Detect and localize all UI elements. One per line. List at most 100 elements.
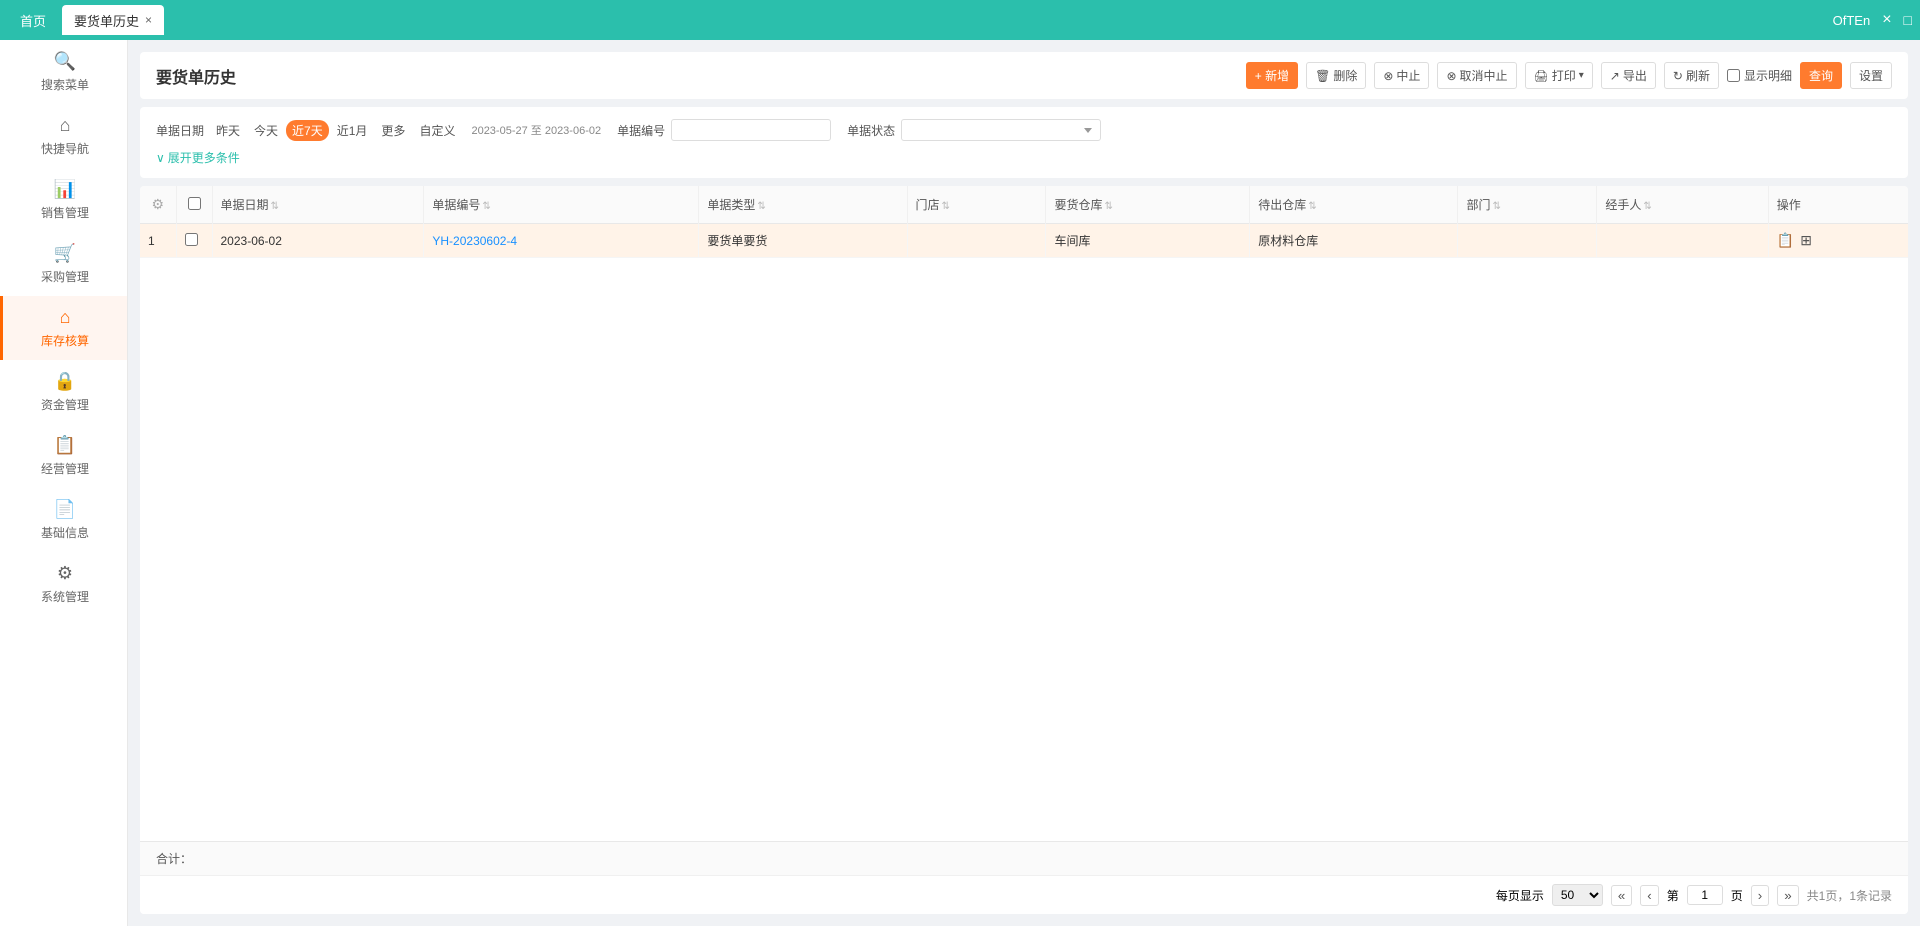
date-range-buttons: 昨天 今天 近7天 近1月 更多 自定义 xyxy=(210,120,461,141)
operations-icon: 📋 xyxy=(54,435,76,456)
sidebar-item-finance[interactable]: 🔒 资金管理 xyxy=(0,360,127,424)
stop-button[interactable]: ⊗ 中止 xyxy=(1374,62,1429,89)
edit-action-icon[interactable]: 📋 xyxy=(1777,232,1794,249)
col-pending-warehouse: 待出仓库⇅ xyxy=(1250,186,1458,224)
stop-label: 中止 xyxy=(1396,67,1420,84)
select-all-checkbox[interactable] xyxy=(188,197,201,210)
date-btn-7days[interactable]: 近7天 xyxy=(286,120,329,141)
table-container: ⚙ 单据日期⇅ 单据编号⇅ 单 xyxy=(140,186,1908,914)
cancel-stop-button[interactable]: ⊗ 取消中止 xyxy=(1437,62,1516,89)
number-sort-icon[interactable]: ⇅ xyxy=(482,201,490,212)
col-number: 单据编号⇅ xyxy=(424,186,699,224)
cancel-stop-icon: ⊗ xyxy=(1446,69,1456,83)
table-row: 1 2023-06-02 YH-20230602-4 要货单要货 车间库 xyxy=(140,224,1908,258)
date-btn-yesterday[interactable]: 昨天 xyxy=(210,120,246,141)
show-details-checkbox[interactable] xyxy=(1727,69,1740,82)
expand-more-label: 展开更多条件 xyxy=(168,149,240,166)
window-close-icon[interactable]: × xyxy=(1882,11,1891,29)
refresh-icon: ↻ xyxy=(1673,69,1683,83)
window-maximize-icon[interactable]: □ xyxy=(1904,12,1912,28)
date-btn-1month[interactable]: 近1月 xyxy=(331,120,374,141)
req-warehouse-sort-icon[interactable]: ⇅ xyxy=(1104,201,1112,212)
new-button[interactable]: + 新增 xyxy=(1246,62,1298,89)
row-date: 2023-06-02 xyxy=(212,224,424,258)
status-filter: 单据状态 xyxy=(847,119,1101,141)
sidebar-item-purchase-mgmt[interactable]: 🛒 采购管理 xyxy=(0,232,127,296)
tab-home[interactable]: 首页 xyxy=(8,5,58,35)
row-number: YH-20230602-4 xyxy=(424,224,699,258)
system-icon: ⚙ xyxy=(57,563,73,584)
col-type: 单据类型⇅ xyxy=(699,186,907,224)
sidebar-item-search-menu[interactable]: 🔍 搜索菜单 xyxy=(0,40,127,104)
export-button[interactable]: ↗ 导出 xyxy=(1601,62,1656,89)
prev-page-button[interactable]: ‹ xyxy=(1640,885,1658,906)
doc-number-input[interactable] xyxy=(671,119,831,141)
summary-label: 合计： xyxy=(156,852,192,866)
type-sort-icon[interactable]: ⇅ xyxy=(757,201,765,212)
tab-home-label: 首页 xyxy=(20,11,46,30)
status-select[interactable] xyxy=(901,119,1101,141)
date-btn-today[interactable]: 今天 xyxy=(248,120,284,141)
col-handler: 经手人⇅ xyxy=(1597,186,1768,224)
date-sort-icon[interactable]: ⇅ xyxy=(271,201,279,212)
purchase-icon: 🛒 xyxy=(54,243,76,264)
query-button[interactable]: 查询 xyxy=(1800,62,1842,89)
sidebar-item-quick-nav[interactable]: ⌂ 快捷导航 xyxy=(0,104,127,168)
refresh-button[interactable]: ↻ 刷新 xyxy=(1664,62,1719,89)
summary-row: 合计： xyxy=(140,841,1908,875)
row-store xyxy=(907,224,1046,258)
filter-bar: 单据日期 昨天 今天 近7天 近1月 更多 自定义 2023-05-27 至 2… xyxy=(140,107,1908,178)
table-wrapper: ⚙ 单据日期⇅ 单据编号⇅ 单 xyxy=(140,186,1908,841)
sidebar-item-basic-info[interactable]: 📄 基础信息 xyxy=(0,488,127,552)
action-icons: 📋 ⊞ xyxy=(1777,232,1900,249)
settings-button[interactable]: 设置 xyxy=(1850,62,1892,89)
close-tab-icon[interactable]: × xyxy=(145,13,152,27)
sidebar-item-system-mgmt[interactable]: ⚙ 系统管理 xyxy=(0,552,127,616)
row-checkbox xyxy=(176,224,212,258)
top-bar: 首页 要货单历史 × OfTEn × □ xyxy=(0,0,1920,40)
date-btn-more[interactable]: 更多 xyxy=(375,120,411,141)
handler-sort-icon[interactable]: ⇅ xyxy=(1643,201,1651,212)
delete-button[interactable]: 🗑 删除 xyxy=(1306,62,1366,89)
show-details-checkbox-label[interactable]: 显示明细 xyxy=(1727,67,1792,84)
sidebar-item-inventory-label: 库存核算 xyxy=(41,332,89,349)
delete-icon: 🗑 xyxy=(1315,69,1330,83)
settings-label: 设置 xyxy=(1859,67,1883,84)
sidebar-item-inventory[interactable]: ⌂ 库存核算 xyxy=(0,296,127,360)
page-number-input[interactable] xyxy=(1687,885,1723,905)
col-settings: ⚙ xyxy=(140,186,176,224)
export-icon: ↗ xyxy=(1610,69,1620,83)
sidebar-item-purchase-label: 采购管理 xyxy=(41,268,89,285)
col-department: 部门⇅ xyxy=(1458,186,1597,224)
date-btn-custom[interactable]: 自定义 xyxy=(413,120,461,141)
sidebar-item-operations[interactable]: 📋 经营管理 xyxy=(0,424,127,488)
print-label: 打印 xyxy=(1552,67,1576,84)
total-info: 共1页，1条记录 xyxy=(1807,887,1892,904)
first-page-button[interactable]: « xyxy=(1611,885,1632,906)
row-index: 1 xyxy=(140,224,176,258)
column-settings-icon[interactable]: ⚙ xyxy=(151,196,164,212)
row-actions: 📋 ⊞ xyxy=(1768,224,1908,258)
sidebar-item-quick-nav-label: 快捷导航 xyxy=(41,140,89,157)
per-page-select[interactable]: 50 10 20 100 xyxy=(1552,884,1603,906)
next-page-button[interactable]: › xyxy=(1751,885,1769,906)
search-menu-icon: 🔍 xyxy=(54,51,76,72)
sidebar-item-sales-label: 销售管理 xyxy=(41,204,89,221)
show-details-label: 显示明细 xyxy=(1744,67,1792,84)
table-header-row: ⚙ 单据日期⇅ 单据编号⇅ 单 xyxy=(140,186,1908,224)
row-select-checkbox[interactable] xyxy=(185,233,198,246)
jump-label: 第 xyxy=(1667,887,1679,904)
tab-requisition-history[interactable]: 要货单历史 × xyxy=(62,5,164,35)
new-button-label: + 新增 xyxy=(1255,67,1289,84)
pending-sort-icon[interactable]: ⇅ xyxy=(1308,201,1316,212)
doc-number-link[interactable]: YH-20230602-4 xyxy=(432,234,517,248)
last-page-button[interactable]: » xyxy=(1777,885,1798,906)
dept-sort-icon[interactable]: ⇅ xyxy=(1492,201,1500,212)
row-req-warehouse: 车间库 xyxy=(1046,224,1250,258)
sidebar-item-sales-mgmt[interactable]: 📊 销售管理 xyxy=(0,168,127,232)
store-sort-icon[interactable]: ⇅ xyxy=(942,201,950,212)
expand-more-button[interactable]: ∨ 展开更多条件 xyxy=(156,149,1892,166)
doc-number-filter: 单据编号 xyxy=(617,119,831,141)
print-button[interactable]: 🖨 打印 ▾ xyxy=(1525,62,1593,89)
delete-action-icon[interactable]: ⊞ xyxy=(1800,232,1812,249)
